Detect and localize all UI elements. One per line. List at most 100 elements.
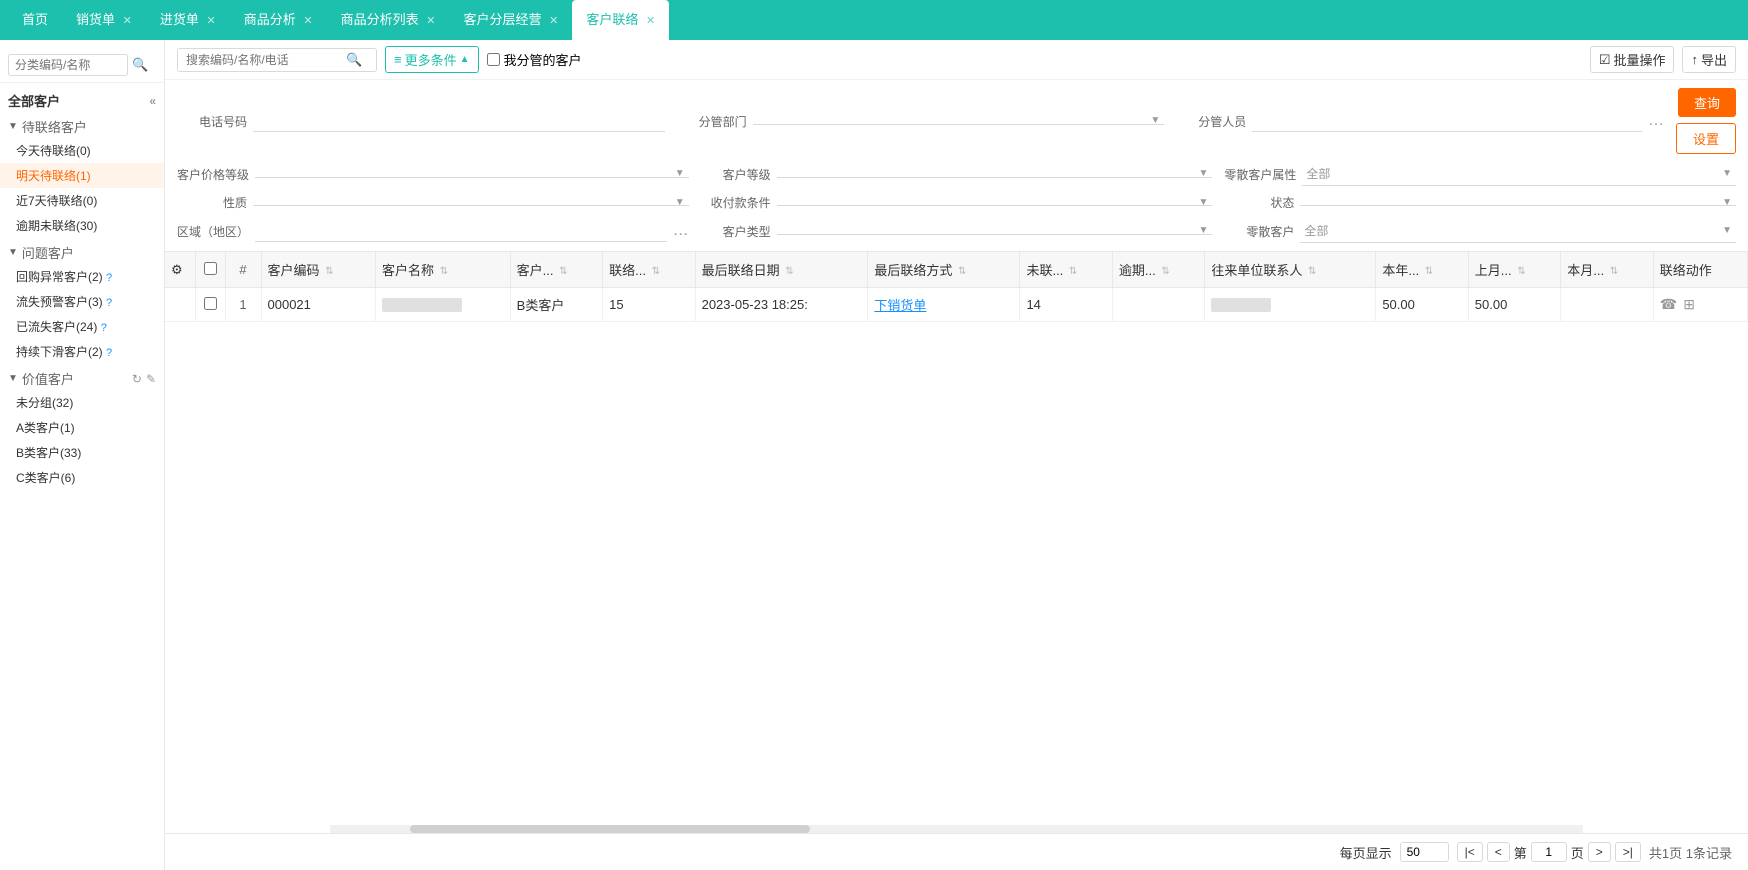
td-name: [375, 288, 510, 322]
phone-input[interactable]: [253, 111, 665, 132]
manager-input[interactable]: [1252, 111, 1642, 132]
close-icon[interactable]: ✕: [646, 15, 655, 27]
nav-customer-contact[interactable]: 客户联络 ✕: [572, 0, 669, 40]
sidebar-group-problem[interactable]: ▼ 问题客户: [0, 238, 164, 264]
my-customers-check-input[interactable]: [487, 53, 500, 66]
th-this-year[interactable]: 本年... ⇅: [1376, 252, 1468, 288]
my-customers-checkbox[interactable]: 我分管的客户: [487, 50, 582, 69]
th-name[interactable]: 客户名称 ⇅: [375, 252, 510, 288]
search-input[interactable]: [186, 53, 346, 67]
filter-icon: ≡: [394, 52, 402, 67]
export-btn[interactable]: ↑ 导出: [1682, 46, 1736, 73]
th-last-month[interactable]: 上月... ⇅: [1468, 252, 1560, 288]
price-level-select[interactable]: ▼: [255, 171, 689, 178]
scrollbar-thumb[interactable]: [410, 825, 810, 833]
more-conditions-btn[interactable]: ≡ 更多条件 ▲: [385, 46, 479, 73]
sidebar-group-value[interactable]: ▼ 价值客户 ↻ ✎: [0, 364, 164, 390]
first-page-btn[interactable]: |<: [1457, 842, 1483, 862]
chevron-down-icon: ▼: [1722, 225, 1732, 236]
td-last-contact-method[interactable]: 下销货单: [868, 288, 1020, 322]
phone-action-icon[interactable]: ☎: [1660, 296, 1677, 313]
last-page-btn[interactable]: >|: [1615, 842, 1641, 862]
region-input[interactable]: [255, 221, 667, 242]
th-this-month[interactable]: 本月... ⇅: [1561, 252, 1653, 288]
customer-level-select[interactable]: ▼: [777, 171, 1213, 178]
sidebar-item-tomorrow[interactable]: 明天待联络(1): [0, 163, 164, 188]
info-icon[interactable]: ?: [106, 272, 112, 284]
customer-type-select[interactable]: ▼: [777, 228, 1213, 235]
nav-customer-layered[interactable]: 客户分层经营 ✕: [449, 0, 572, 40]
th-code[interactable]: 客户编码 ⇅: [261, 252, 375, 288]
th-settings[interactable]: ⚙: [165, 252, 195, 288]
sidebar-item-overdue[interactable]: 逾期未联络(30): [0, 213, 164, 238]
query-button[interactable]: 查询: [1678, 88, 1736, 117]
th-overdue-amount[interactable]: 逾期... ⇅: [1112, 252, 1204, 288]
th-last-contact-method[interactable]: 最后联络方式 ⇅: [868, 252, 1020, 288]
sidebar-item-churn-warning[interactable]: 流失预警客户(3) ?: [0, 289, 164, 314]
select-all-checkbox[interactable]: [204, 262, 217, 275]
th-last-contact-date[interactable]: 最后联络日期 ⇅: [695, 252, 868, 288]
collapse-icon[interactable]: «: [149, 94, 156, 108]
close-icon[interactable]: ✕: [426, 15, 435, 27]
sidebar-item-class-c[interactable]: C类客户(6): [0, 465, 164, 490]
search-icon[interactable]: 🔍: [346, 52, 362, 68]
sidebar-item-ungrouped[interactable]: 未分组(32): [0, 390, 164, 415]
th-type[interactable]: 客户... ⇅: [510, 252, 602, 288]
th-overdue-days[interactable]: 未联... ⇅: [1020, 252, 1112, 288]
info-icon[interactable]: ?: [106, 297, 112, 309]
close-icon[interactable]: ✕: [123, 15, 132, 27]
sidebar-item-declining[interactable]: 持续下滑客户(2) ?: [0, 339, 164, 364]
sidebar-value-items: 未分组(32) A类客户(1) B类客户(33) C类客户(6): [0, 390, 164, 490]
next-page-btn[interactable]: >: [1588, 842, 1611, 862]
sidebar-item-class-a[interactable]: A类客户(1): [0, 415, 164, 440]
th-contact-count[interactable]: 联络... ⇅: [603, 252, 695, 288]
sidebar-search-input[interactable]: [8, 54, 128, 76]
close-icon[interactable]: ✕: [549, 15, 558, 27]
sidebar-item-today[interactable]: 今天待联络(0): [0, 138, 164, 163]
status-select[interactable]: ▼: [1300, 199, 1736, 206]
sidebar-item-abnormal[interactable]: 回购异常客户(2) ?: [0, 264, 164, 289]
payment-select[interactable]: ▼: [777, 199, 1213, 206]
td-overdue-amount: [1112, 288, 1204, 322]
td-checkbox[interactable]: [195, 288, 225, 322]
close-icon[interactable]: ✕: [207, 15, 216, 27]
nav-home[interactable]: 首页: [8, 0, 62, 40]
sidebar-group-pending[interactable]: ▼ 待联络客户: [0, 112, 164, 138]
table-header-row: ⚙ # 客户编码 ⇅ 客户名称 ⇅ 客户... ⇅ 联络... ⇅ 最后联络日期…: [165, 252, 1748, 288]
refresh-icon[interactable]: ↻: [132, 372, 142, 386]
info-icon[interactable]: ?: [106, 347, 112, 359]
retail-customer-select[interactable]: 全部 ▼: [1300, 219, 1736, 243]
sort-icon: ⇅: [958, 266, 966, 277]
group-pending-label: 待联络客户: [22, 117, 87, 136]
sidebar-item-churned[interactable]: 已流失客户(24) ?: [0, 314, 164, 339]
settings-button[interactable]: 设置: [1676, 123, 1736, 154]
grid-action-icon[interactable]: ⊞: [1683, 296, 1695, 313]
row-checkbox[interactable]: [204, 297, 217, 310]
gender-select[interactable]: ▼: [253, 199, 689, 206]
sidebar-all-customers[interactable]: 全部客户 «: [0, 87, 164, 112]
td-actions: ☎ ⊞: [1653, 288, 1747, 322]
sidebar-item-class-b[interactable]: B类客户(33): [0, 440, 164, 465]
sidebar-search-icon[interactable]: 🔍: [132, 57, 148, 73]
close-icon[interactable]: ✕: [303, 15, 312, 27]
edit-icon[interactable]: ✎: [146, 372, 156, 386]
nav-product-analysis-list[interactable]: 商品分析列表 ✕: [327, 0, 450, 40]
page-input[interactable]: [1531, 842, 1567, 862]
last-contact-link[interactable]: 下销货单: [874, 298, 926, 313]
nav-product-analysis[interactable]: 商品分析 ✕: [230, 0, 327, 40]
sidebar-item-7days[interactable]: 近7天待联络(0): [0, 188, 164, 213]
manager-more-icon[interactable]: …: [1648, 112, 1664, 130]
nav-sales[interactable]: 销货单 ✕: [62, 0, 146, 40]
retail-attr-select[interactable]: 全部 ▼: [1302, 162, 1736, 186]
dept-select[interactable]: ▼: [753, 118, 1165, 125]
prev-page-btn[interactable]: <: [1487, 842, 1510, 862]
info-icon[interactable]: ?: [101, 322, 107, 334]
horizontal-scrollbar[interactable]: [330, 825, 1583, 833]
th-checkbox[interactable]: [195, 252, 225, 288]
th-unit-contact[interactable]: 往来单位联系人 ⇅: [1205, 252, 1376, 288]
nav-purchase[interactable]: 进货单 ✕: [146, 0, 230, 40]
batch-label: 批量操作: [1613, 50, 1665, 69]
region-more-icon[interactable]: …: [673, 222, 689, 240]
per-page-select[interactable]: 50 100 200: [1400, 842, 1449, 862]
batch-op-btn[interactable]: ☑ 批量操作: [1590, 46, 1675, 73]
